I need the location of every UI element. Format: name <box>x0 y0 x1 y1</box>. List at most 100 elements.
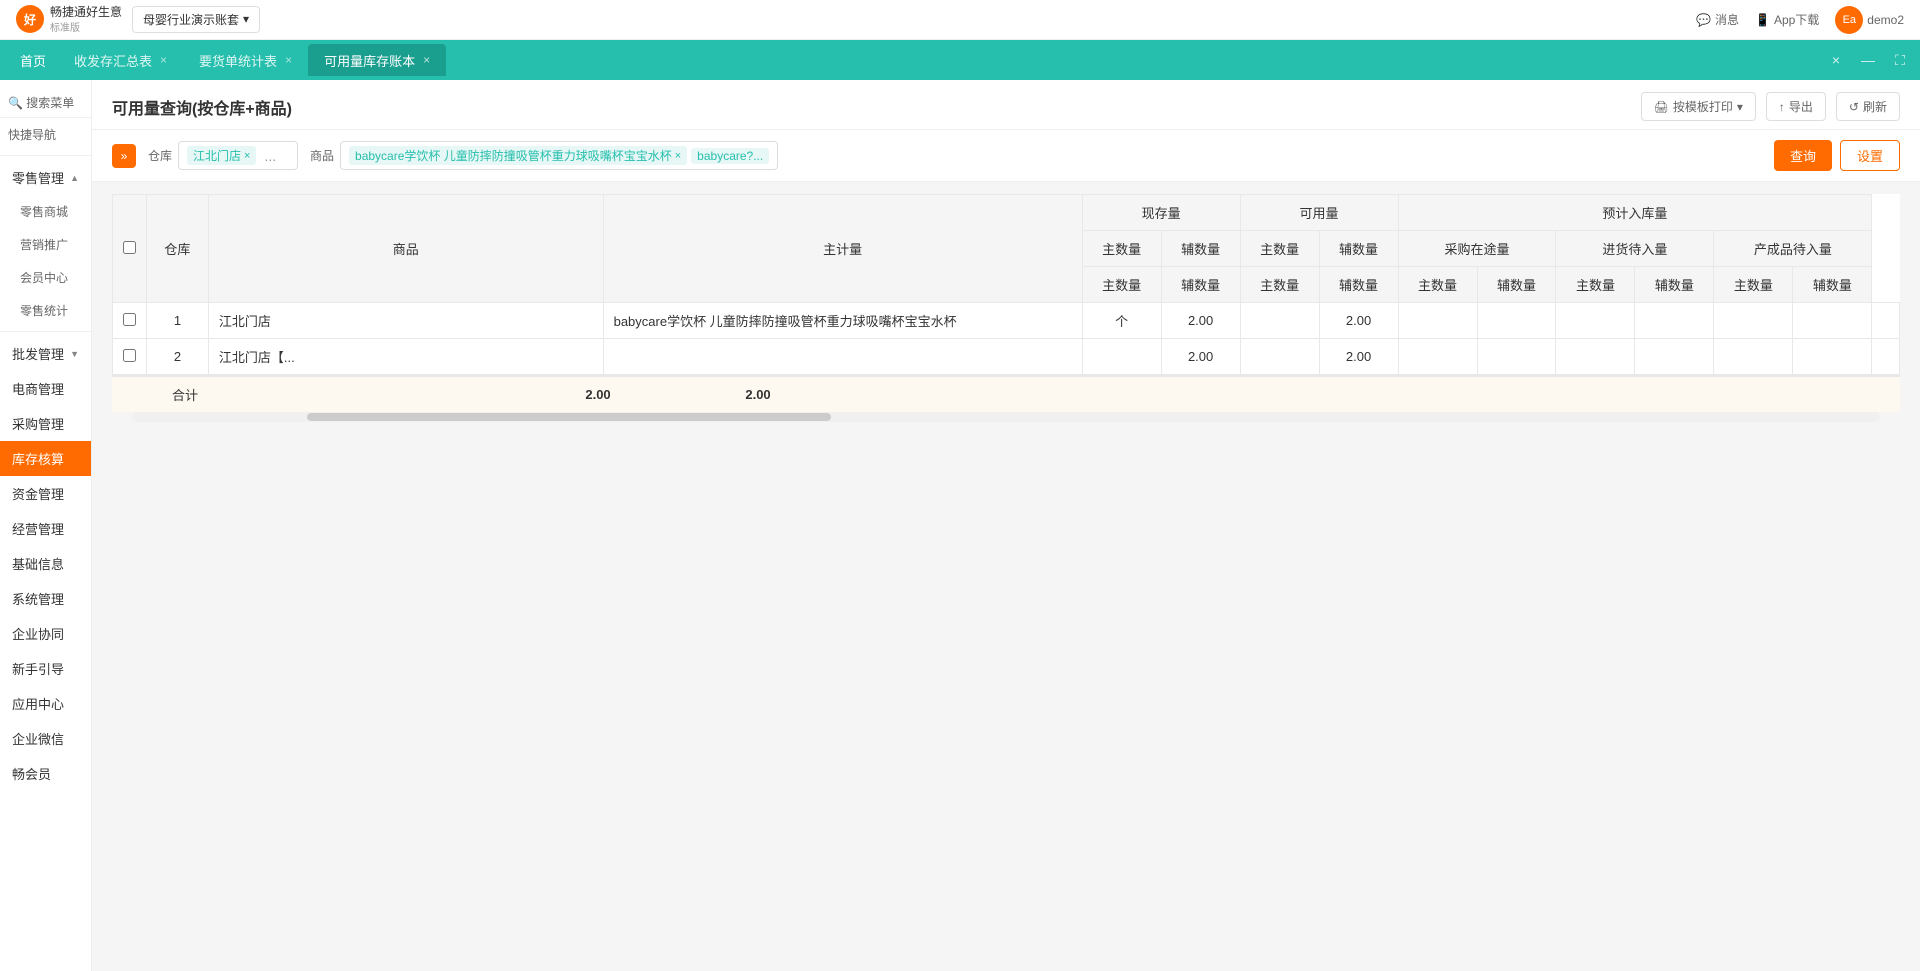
sidebar-item-basic-info[interactable]: 基础信息 <box>0 546 91 581</box>
sidebar-item-member[interactable]: 畅会员 <box>0 756 91 791</box>
message-action[interactable]: 💬 消息 <box>1696 11 1739 28</box>
nav-tabs-bar: 首页 收发存汇总表 × 要货单统计表 × 可用量库存账本 × × — ⛶ <box>0 40 1920 80</box>
sidebar-item-operations[interactable]: 经营管理 <box>0 511 91 546</box>
expand-icon: » <box>121 149 128 163</box>
th-available-group: 可用量 <box>1240 195 1398 231</box>
table-row: 1 江北门店 babycare学饮杯 儿童防摔防撞吸管杯重力球吸嘴杯宝宝水杯 个… <box>113 303 1900 339</box>
settings-button[interactable]: 设置 <box>1840 140 1900 171</box>
product-filter-input[interactable]: babycare学饮杯 儿童防摔防撞吸管杯重力球吸嘴杯宝宝水杯 × babyca… <box>340 141 778 170</box>
tab-receivable-summary-close[interactable]: × <box>160 53 167 67</box>
user-profile[interactable]: Ea demo2 <box>1835 6 1904 34</box>
print-icon: 🖨 <box>1654 100 1669 114</box>
th-purchase-aux: 辅数量 <box>1477 267 1556 303</box>
logo-icon: 好 <box>16 5 44 33</box>
print-template-btn[interactable]: 🖨 按模板打印 ▾ <box>1641 92 1756 121</box>
home-label: 首页 <box>20 54 46 69</box>
th-warehouse: 仓库 <box>147 195 209 303</box>
sidebar-item-app-center[interactable]: 应用中心 <box>0 686 91 721</box>
sidebar-operations-label: 经营管理 <box>12 519 64 538</box>
product-filter-group: 商品 babycare学饮杯 儿童防摔防撞吸管杯重力球吸嘴杯宝宝水杯 × bab… <box>310 141 778 170</box>
footer-available-main: 2.00 <box>718 387 798 402</box>
product-tag-1-close[interactable]: × <box>675 150 681 162</box>
nav-minimize-btn[interactable]: — <box>1856 48 1880 72</box>
sidebar-item-marketing[interactable]: 营销推广 <box>0 228 91 261</box>
sidebar-item-retail-stats[interactable]: 零售统计 <box>0 294 91 327</box>
tab-order-stats[interactable]: 要货单统计表 × <box>183 44 308 76</box>
th-production-aux: 辅数量 <box>1793 267 1872 303</box>
warehouse-filter-input[interactable]: 江北门店 × ... <box>178 141 298 170</box>
warehouse-filter-dots[interactable]: ... <box>264 148 276 164</box>
sidebar-divider-1 <box>0 155 91 156</box>
scrollbar-thumb[interactable] <box>307 413 831 421</box>
product-tag-2: babycare?... <box>691 148 769 164</box>
th-available-aux: 辅数量 <box>1319 231 1398 267</box>
sidebar-item-membership[interactable]: 会员中心 <box>0 261 91 294</box>
table-wrapper: 仓库 商品 主计量 现存量 可用量 预计入库量 主数量 辅数量 主数量 辅数量 <box>112 194 1900 375</box>
cell-unit-1 <box>1082 339 1161 375</box>
sidebar-divider-2 <box>0 331 91 332</box>
table-row: 2 江北门店【... 2.00 2.00 <box>113 339 1900 375</box>
nav-maximize-btn[interactable]: ⛶ <box>1888 48 1912 72</box>
sidebar-quick-label: 快捷导航 <box>8 128 56 142</box>
export-label: 导出 <box>1789 98 1813 115</box>
sidebar-item-guide[interactable]: 新手引导 <box>0 651 91 686</box>
sidebar-item-system[interactable]: 系统管理 <box>0 581 91 616</box>
sidebar-item-inventory[interactable]: 库存核算 <box>0 441 91 476</box>
cell-purchase-aux-0 <box>1556 303 1635 339</box>
content-area: 可用量查询(按仓库+商品) 🖨 按模板打印 ▾ ↑ 导出 ↺ 刷新 <box>92 80 1920 971</box>
warehouse-tag-close[interactable]: × <box>244 150 250 162</box>
row-checkbox-1[interactable] <box>123 349 136 362</box>
cell-checkbox-0[interactable] <box>113 303 147 339</box>
product-filter-label: 商品 <box>310 147 334 164</box>
sidebar-item-retail[interactable]: 零售管理 <box>0 160 91 195</box>
page-header: 可用量查询(按仓库+商品) 🖨 按模板打印 ▾ ↑ 导出 ↺ 刷新 <box>92 80 1920 130</box>
top-bar: 好 畅捷通好生意 标准版 母婴行业演示账套 ▾ 💬 消息 📱 App下载 Ea … <box>0 0 1920 40</box>
sidebar-item-ecommerce[interactable]: 电商管理 <box>0 371 91 406</box>
warehouse-selector[interactable]: 母婴行业演示账套 ▾ <box>132 6 260 33</box>
cell-purchase-main-0 <box>1477 303 1556 339</box>
nav-close-btn[interactable]: × <box>1824 48 1848 72</box>
sidebar-search[interactable]: 🔍 搜索菜单 <box>0 88 91 118</box>
top-bar-left: 好 畅捷通好生意 标准版 母婴行业演示账套 ▾ <box>16 5 260 34</box>
select-all-checkbox[interactable] <box>123 241 136 254</box>
sidebar-item-wechat[interactable]: 企业微信 <box>0 721 91 756</box>
cell-seq-0: 1 <box>147 303 209 339</box>
sidebar-enterprise-label: 企业协同 <box>12 624 64 643</box>
th-product: 商品 <box>208 195 603 303</box>
horizontal-scrollbar[interactable] <box>132 412 1880 422</box>
sidebar-membership-label: 会员中心 <box>20 269 68 286</box>
sidebar-item-retail-store[interactable]: 零售商城 <box>0 195 91 228</box>
tab-available-inventory-close[interactable]: × <box>423 53 430 67</box>
query-button[interactable]: 查询 <box>1774 140 1832 171</box>
tab-order-stats-label: 要货单统计表 <box>199 51 277 70</box>
cell-inbound-aux-0 <box>1714 303 1793 339</box>
refresh-btn[interactable]: ↺ 刷新 <box>1836 92 1900 121</box>
row-checkbox-0[interactable] <box>123 313 136 326</box>
sidebar-item-enterprise[interactable]: 企业协同 <box>0 616 91 651</box>
sidebar-item-purchase[interactable]: 采购管理 <box>0 406 91 441</box>
cell-inbound-main-1 <box>1635 339 1714 375</box>
th-production-main: 主数量 <box>1714 267 1793 303</box>
app-download-icon: 📱 <box>1755 13 1770 27</box>
top-bar-right: 💬 消息 📱 App下载 Ea demo2 <box>1696 6 1904 34</box>
sidebar-quick-nav[interactable]: 快捷导航 <box>0 122 91 147</box>
tab-order-stats-close[interactable]: × <box>285 53 292 67</box>
th-inbound-group: 进货待入量 <box>1556 231 1714 267</box>
cell-checkbox-1[interactable] <box>113 339 147 375</box>
filter-expand-btn[interactable]: » <box>112 144 136 168</box>
sidebar-basic-info-label: 基础信息 <box>12 554 64 573</box>
cell-production-main-0 <box>1793 303 1872 339</box>
export-btn[interactable]: ↑ 导出 <box>1766 92 1826 121</box>
sidebar-purchase-label: 采购管理 <box>12 414 64 433</box>
cell-available-aux-0 <box>1398 303 1477 339</box>
cell-production-aux-0 <box>1872 303 1900 339</box>
logo-text-group: 畅捷通好生意 标准版 <box>50 5 122 34</box>
sidebar-item-finance[interactable]: 资金管理 <box>0 476 91 511</box>
app-download-action[interactable]: 📱 App下载 <box>1755 11 1819 28</box>
nav-home-tab[interactable]: 首页 <box>8 51 58 70</box>
tab-receivable-summary[interactable]: 收发存汇总表 × <box>58 44 183 76</box>
filter-area: » 仓库 江北门店 × ... 商品 babycare学饮杯 儿童防摔防撞吸管杯… <box>92 130 1920 182</box>
sidebar-item-wholesale[interactable]: 批发管理 <box>0 336 91 371</box>
th-purchase-main: 主数量 <box>1398 267 1477 303</box>
tab-available-inventory[interactable]: 可用量库存账本 × <box>308 44 446 76</box>
